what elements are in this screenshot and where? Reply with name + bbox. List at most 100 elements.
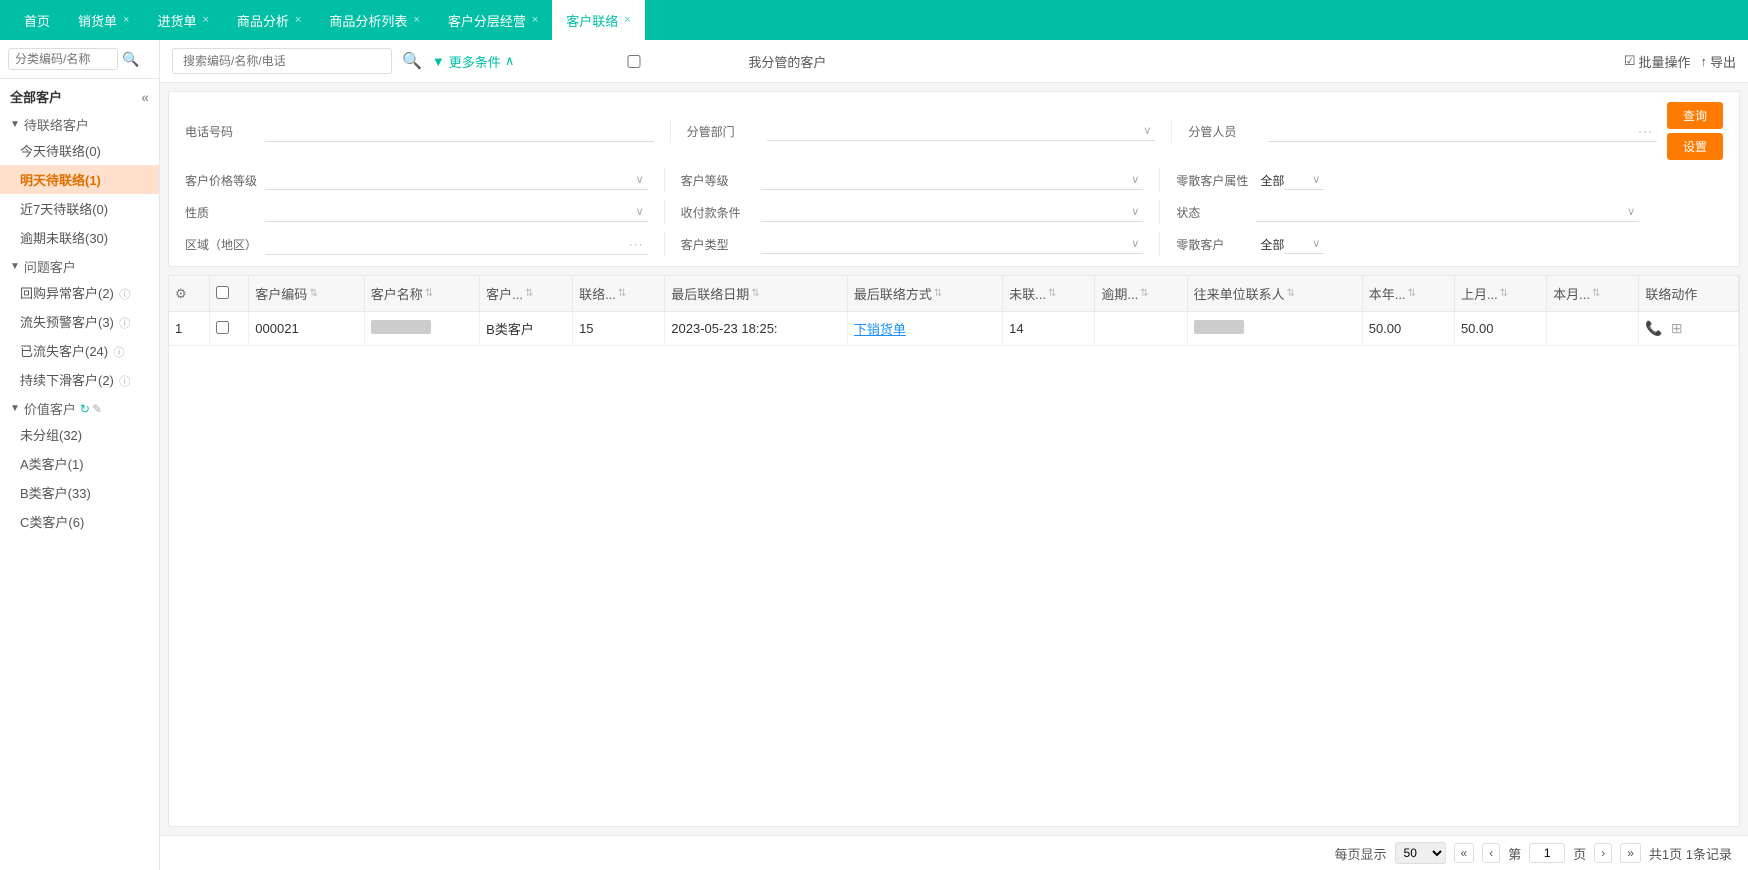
search-icon[interactable]: 🔍 bbox=[402, 51, 422, 71]
level-arrow: ∨ bbox=[1131, 173, 1139, 186]
export-button[interactable]: ↑ 导出 bbox=[1700, 52, 1736, 71]
th-last-contact-date[interactable]: 最后联络日期 ⇅ bbox=[665, 276, 848, 312]
first-page-button[interactable]: « bbox=[1454, 843, 1475, 863]
nav-analysis-list-close[interactable]: × bbox=[413, 14, 419, 26]
filter-select-price-level[interactable]: ∨ bbox=[265, 170, 648, 190]
row-checkbox[interactable] bbox=[216, 321, 229, 334]
filter-field-cust-type: 客户类型 ∨ bbox=[681, 234, 1144, 254]
sidebar-item-week[interactable]: 近7天待联络(0) bbox=[0, 194, 159, 223]
th-this-month[interactable]: 本月... ⇅ bbox=[1547, 276, 1639, 312]
my-customer-checkbox[interactable] bbox=[524, 55, 744, 68]
sidebar-item-repurchase-abnormal[interactable]: 回购异常客户(2) ⓘ bbox=[0, 278, 159, 307]
filter-select-dept[interactable]: ∨ bbox=[767, 121, 1156, 141]
sidebar-item-lost-risk[interactable]: 流失预警客户(3) ⓘ bbox=[0, 307, 159, 336]
cell-overdue bbox=[1095, 312, 1187, 346]
nav-customer-contact[interactable]: 客户联络 × bbox=[552, 0, 644, 40]
sidebar-group-pending: ▼ 待联络客户 bbox=[0, 110, 159, 136]
nav-customer-contact-close[interactable]: × bbox=[624, 14, 630, 26]
th-unit-contact[interactable]: 往来单位联系人 ⇅ bbox=[1187, 276, 1362, 312]
filter-select-payment[interactable]: ∨ bbox=[761, 202, 1144, 222]
sidebar-all-customers-header: 全部客户 « bbox=[0, 79, 159, 110]
th-last-contact-method[interactable]: 最后联络方式 ⇅ bbox=[847, 276, 1002, 312]
sidebar-search-icon[interactable]: 🔍 bbox=[122, 51, 139, 68]
page-size-select[interactable]: 50 100 200 bbox=[1395, 842, 1446, 864]
th-settings[interactable]: ⚙ bbox=[169, 276, 209, 312]
nav-customer-tier-close[interactable]: × bbox=[532, 14, 538, 26]
reset-button[interactable]: 设置 bbox=[1667, 133, 1723, 160]
filter-row-3: 性质 ∨ 收付款条件 ∨ 状态 ∨ bbox=[185, 200, 1723, 224]
page-input[interactable] bbox=[1529, 843, 1565, 863]
nav-analysis-close[interactable]: × bbox=[295, 14, 301, 26]
nav-sales-close[interactable]: × bbox=[123, 14, 129, 26]
th-this-year[interactable]: 本年... ⇅ bbox=[1362, 276, 1454, 312]
filter-select-level[interactable]: ∨ bbox=[761, 170, 1144, 190]
filter-label-status: 状态 bbox=[1176, 204, 1256, 221]
cell-checkbox[interactable] bbox=[209, 312, 249, 346]
nav-sales[interactable]: 销货单 × bbox=[64, 0, 143, 40]
next-page-button[interactable]: › bbox=[1594, 843, 1612, 863]
status-arrow: ∨ bbox=[1627, 205, 1635, 218]
nav-purchase-close[interactable]: × bbox=[202, 14, 208, 26]
filter-select-status[interactable]: ∨ bbox=[1256, 202, 1639, 222]
sidebar-item-lost[interactable]: 已流失客户(24) ⓘ bbox=[0, 336, 159, 365]
info-icon-continuous: ⓘ bbox=[119, 376, 130, 388]
cell-unit-contact bbox=[1187, 312, 1362, 346]
th-overdue[interactable]: 逾期... ⇅ bbox=[1095, 276, 1187, 312]
value-edit-icon[interactable]: ✎ bbox=[92, 402, 102, 416]
filter-select-retail-attr[interactable]: ∨ bbox=[1284, 170, 1324, 190]
action-phone-icon[interactable]: 📞 bbox=[1645, 320, 1662, 337]
table-header-row: ⚙ 客户编码 ⇅ 客户名称 ⇅ bbox=[169, 276, 1739, 312]
th-last-month[interactable]: 上月... ⇅ bbox=[1454, 276, 1546, 312]
my-customer-checkbox-label[interactable]: 我分管的客户 bbox=[524, 52, 826, 71]
action-grid-icon[interactable]: ⊞ bbox=[1671, 320, 1683, 337]
sidebar-item-today[interactable]: 今天待联络(0) bbox=[0, 136, 159, 165]
value-refresh-icon[interactable]: ↻ bbox=[80, 402, 90, 416]
filter-actions: 查询 设置 bbox=[1657, 102, 1723, 160]
more-filter-button[interactable]: ▼ 更多条件 ∧ bbox=[432, 52, 514, 71]
batch-op-button[interactable]: ☑ 批量操作 bbox=[1624, 52, 1691, 71]
prev-page-button[interactable]: ‹ bbox=[1482, 843, 1500, 863]
search-input[interactable] bbox=[172, 48, 392, 74]
filter-select-area[interactable]: ··· bbox=[265, 234, 648, 255]
query-button[interactable]: 查询 bbox=[1667, 102, 1723, 129]
sort-icon-tmonth: ⇅ bbox=[1592, 288, 1600, 299]
cell-last-contact-method[interactable]: 下销货单 bbox=[847, 312, 1002, 346]
info-icon-lost: ⓘ bbox=[113, 347, 124, 359]
settings-icon[interactable]: ⚙ bbox=[175, 286, 187, 301]
filter-select-cust-type[interactable]: ∨ bbox=[761, 234, 1144, 254]
nav-analysis-list[interactable]: 商品分析列表 × bbox=[315, 0, 433, 40]
sidebar-item-ungrouped[interactable]: 未分组(32) bbox=[0, 420, 159, 449]
sidebar-item-overdue[interactable]: 逾期未联络(30) bbox=[0, 223, 159, 252]
price-level-arrow: ∨ bbox=[636, 173, 644, 186]
last-contact-method-link[interactable]: 下销货单 bbox=[854, 322, 906, 337]
sidebar-item-continuous-down[interactable]: 持续下滑客户(2) ⓘ bbox=[0, 365, 159, 394]
nav-analysis[interactable]: 商品分析 × bbox=[223, 0, 315, 40]
sidebar-item-tomorrow[interactable]: 明天待联络(1) bbox=[0, 165, 159, 194]
filter-select-nature[interactable]: ∨ bbox=[265, 202, 648, 222]
filter-select-person[interactable]: ··· bbox=[1268, 121, 1657, 142]
sidebar-search-input[interactable] bbox=[8, 48, 118, 70]
cell-idx: 1 bbox=[169, 312, 209, 346]
sidebar-collapse-icon[interactable]: « bbox=[141, 89, 149, 105]
th-contact-count[interactable]: 联络... ⇅ bbox=[573, 276, 665, 312]
filter-select-retail[interactable]: ∨ bbox=[1284, 234, 1324, 254]
th-code[interactable]: 客户编码 ⇅ bbox=[249, 276, 364, 312]
filter-field-nature: 性质 ∨ bbox=[185, 202, 648, 222]
nav-purchase[interactable]: 进货单 × bbox=[143, 0, 222, 40]
th-name[interactable]: 客户名称 ⇅ bbox=[364, 276, 479, 312]
th-checkbox[interactable] bbox=[209, 276, 249, 312]
sidebar-item-class-c[interactable]: C类客户(6) bbox=[0, 507, 159, 536]
sidebar-group-problem-arrow: ▼ bbox=[10, 261, 20, 272]
sidebar-item-class-a[interactable]: A类客户(1) bbox=[0, 449, 159, 478]
sidebar-item-class-b[interactable]: B类客户(33) bbox=[0, 478, 159, 507]
select-all-checkbox[interactable] bbox=[216, 286, 229, 299]
nav-home[interactable]: 首页 bbox=[10, 0, 64, 40]
filter-input-phone[interactable] bbox=[265, 121, 654, 142]
filter-field-dept: 分管部门 ∨ bbox=[687, 121, 1156, 141]
filter-divider-6 bbox=[1159, 200, 1160, 224]
nav-customer-tier[interactable]: 客户分层经营 × bbox=[434, 0, 552, 40]
filter-label-price-level: 客户价格等级 bbox=[185, 172, 265, 189]
th-cust-level[interactable]: 客户... ⇅ bbox=[480, 276, 573, 312]
th-uncontacted[interactable]: 未联... ⇅ bbox=[1003, 276, 1095, 312]
last-page-button[interactable]: » bbox=[1620, 843, 1641, 863]
